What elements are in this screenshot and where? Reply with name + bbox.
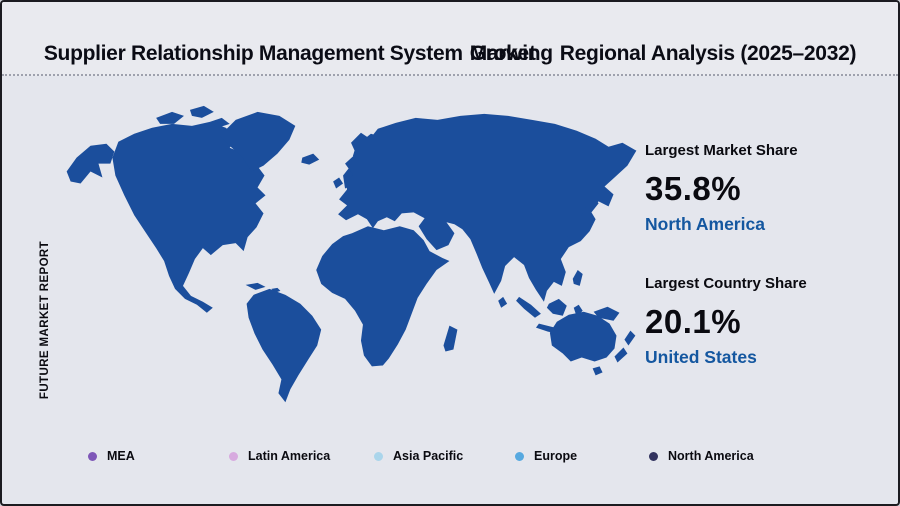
- stat-value: 35.8%: [645, 170, 742, 207]
- stat-value: 20.1%: [645, 303, 742, 340]
- legend-dot-icon: [229, 451, 238, 461]
- stat-region: United States: [645, 347, 757, 367]
- legend-dot-icon: [649, 451, 658, 461]
- legend-item-north-america: North America: [649, 449, 754, 463]
- stats-panel: Largest Market Share 35.8% North America…: [645, 142, 895, 408]
- world-map: [66, 105, 637, 403]
- legend-dot-icon: [515, 451, 524, 461]
- world-map-container: [59, 94, 649, 442]
- title-overlap-block: Market Growing: [470, 42, 553, 66]
- legend-label: Europe: [534, 449, 578, 463]
- title-suffix: Regional Analysis (2025–2032): [559, 42, 857, 65]
- stat-label: Largest Country Share: [645, 275, 807, 292]
- page-title: Supplier Relationship Management System …: [2, 42, 898, 66]
- legend-dot-icon: [374, 451, 383, 461]
- stat-largest-market-share: Largest Market Share 35.8% North America: [645, 142, 895, 235]
- legend-item-latin-america: Latin America: [229, 449, 330, 463]
- title-overlap-word-market: Market: [469, 42, 536, 65]
- stat-region: North America: [645, 214, 765, 234]
- header-band: Supplier Relationship Management System …: [2, 2, 898, 76]
- stat-label: Largest Market Share: [645, 142, 798, 159]
- title-prefix: Supplier Relationship Management System: [43, 42, 463, 65]
- legend-label: Asia Pacific: [393, 449, 464, 463]
- legend-item-europe: Europe: [515, 449, 577, 463]
- infographic-page: Supplier Relationship Management System …: [0, 0, 900, 506]
- legend: MEA Latin America Asia Pacific Europe No…: [2, 446, 898, 468]
- legend-label: Latin America: [248, 449, 331, 463]
- legend-item-asia-pacific: Asia Pacific: [374, 449, 463, 463]
- legend-dot-icon: [88, 451, 97, 461]
- brand-vertical-label: FUTURE MARKET REPORT: [39, 240, 51, 400]
- legend-item-mea: MEA: [88, 449, 135, 463]
- world-map-landmasses: [66, 105, 637, 403]
- legend-label: North America: [668, 449, 754, 463]
- stat-largest-country-share: Largest Country Share 20.1% United State…: [645, 275, 895, 368]
- legend-label: MEA: [107, 449, 135, 463]
